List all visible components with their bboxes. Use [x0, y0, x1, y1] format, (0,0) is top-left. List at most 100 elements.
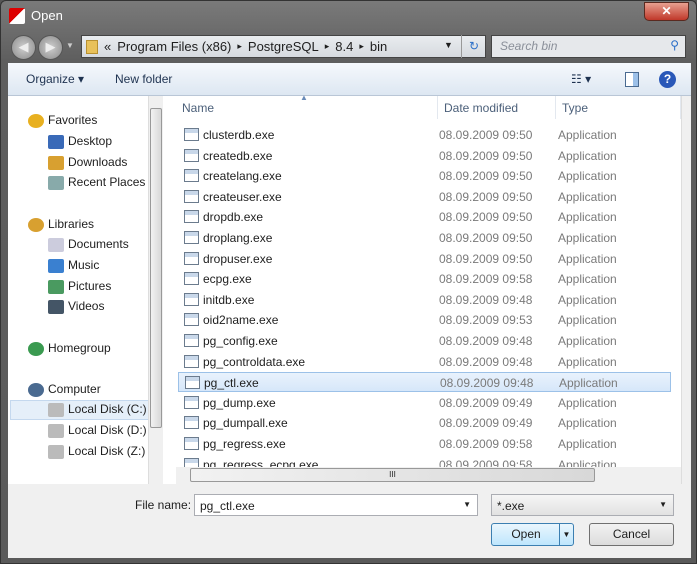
file-row[interactable]: dropuser.exe 08.09.2009 09:50 Applicatio… [178, 249, 671, 269]
application-icon [184, 457, 199, 467]
file-type: Application [558, 189, 617, 204]
help-icon[interactable]: ? [659, 71, 676, 88]
breadcrumb-2[interactable]: 8.4 [335, 39, 353, 54]
file-type-select[interactable]: *.exe ▼ [491, 494, 674, 516]
breadcrumb-separator[interactable]: ▸ [359, 41, 364, 52]
chevron-down-icon[interactable]: ▼ [659, 500, 667, 509]
file-type: Application [558, 437, 617, 451]
file-name: dropdb.exe [203, 210, 264, 225]
file-date: 08.09.2009 09:50 [439, 169, 533, 184]
open-dropdown-icon[interactable]: ▼ [559, 524, 573, 545]
file-name: createdb.exe [203, 148, 273, 163]
file-date: 08.09.2009 09:58 [439, 457, 533, 467]
file-row[interactable]: clusterdb.exe 08.09.2009 09:50 Applicati… [178, 125, 671, 145]
breadcrumb-separator[interactable]: ▸ [325, 41, 330, 52]
file-row[interactable]: initdb.exe 08.09.2009 09:48 Application [178, 290, 671, 310]
file-date: 08.09.2009 09:48 [439, 334, 533, 348]
file-row[interactable]: pg_regress.exe 08.09.2009 09:58 Applicat… [178, 434, 671, 454]
address-dropdown-icon[interactable]: ▼ [444, 40, 453, 50]
file-row[interactable]: ecpg.exe 08.09.2009 09:58 Application [178, 269, 671, 289]
file-row[interactable]: droplang.exe 08.09.2009 09:50 Applicatio… [178, 228, 671, 248]
file-type: Application [558, 231, 617, 245]
file-name-input[interactable]: pg_ctl.exe ▼ [194, 494, 478, 516]
file-name: pg_controldata.exe [203, 354, 306, 369]
application-icon [184, 437, 199, 450]
application-icon [184, 148, 199, 162]
file-row[interactable]: pg_config.exe 08.09.2009 09:48 Applicati… [178, 331, 671, 351]
application-icon [184, 128, 199, 141]
file-list-vertical-scrollbar[interactable] [681, 96, 691, 484]
file-name: oid2name.exe [203, 313, 279, 328]
file-date: 08.09.2009 09:50 [439, 251, 533, 266]
file-row[interactable]: pg_dumpall.exe 08.09.2009 09:49 Applicat… [178, 413, 671, 433]
file-row[interactable]: pg_regress_ecpg.exe 08.09.2009 09:58 App… [178, 455, 671, 467]
application-icon [184, 292, 199, 306]
breadcrumb-separator[interactable]: ▸ [237, 41, 242, 52]
chevron-down-icon[interactable]: ▼ [463, 500, 471, 509]
breadcrumb-1[interactable]: PostgreSQL [248, 39, 319, 54]
file-name: droplang.exe [203, 231, 273, 245]
file-type: Application [558, 148, 617, 163]
forward-button[interactable]: ▶ [38, 35, 63, 60]
application-icon [184, 354, 199, 368]
file-type-value: *.exe [497, 499, 525, 513]
recent-pages-icon[interactable]: ▼ [66, 41, 74, 50]
file-type: Application [558, 169, 617, 184]
file-type: Application [558, 354, 617, 369]
file-type: Application [558, 292, 617, 307]
file-row[interactable]: pg_controldata.exe 08.09.2009 09:48 Appl… [178, 352, 671, 372]
app-icon [9, 8, 25, 24]
file-date: 08.09.2009 09:50 [439, 128, 533, 142]
open-label: Open [511, 527, 541, 541]
file-name-label: File name: [135, 498, 192, 512]
content-area: Favorites Desktop Downloads Recent Places Li… [8, 93, 691, 500]
file-row[interactable]: createlang.exe 08.09.2009 09:50 Applicat… [178, 166, 671, 186]
open-button[interactable]: Open ▼ [491, 523, 574, 546]
file-name: createlang.exe [203, 169, 282, 184]
file-row[interactable]: oid2name.exe 08.09.2009 09:53 Applicatio… [178, 310, 671, 330]
file-date: 08.09.2009 09:50 [439, 189, 533, 204]
address-bar[interactable]: « Program Files (x86) ▸ PostgreSQL ▸ 8.4… [81, 35, 486, 58]
close-button[interactable]: ✕ [644, 2, 689, 21]
horizontal-scrollbar-thumb[interactable]: III [190, 468, 595, 482]
file-date: 08.09.2009 09:48 [439, 292, 533, 307]
refresh-icon[interactable]: ↻ [461, 35, 486, 58]
search-input[interactable]: Search bin ⚲ [491, 35, 686, 58]
preview-pane-icon[interactable] [625, 72, 639, 87]
file-row[interactable]: createuser.exe 08.09.2009 09:50 Applicat… [178, 187, 671, 207]
file-row[interactable]: pg_dump.exe 08.09.2009 09:49 Application [178, 393, 671, 413]
organize-button[interactable]: Organize ▾ [26, 72, 84, 86]
file-name: pg_regress.exe [203, 437, 286, 451]
file-name: pg_dump.exe [203, 395, 276, 410]
file-type: Application [558, 272, 617, 287]
file-row[interactable]: dropdb.exe 08.09.2009 09:50 Application [178, 207, 671, 227]
file-name: pg_ctl.exe [204, 376, 259, 391]
file-row[interactable]: createdb.exe 08.09.2009 09:50 Applicatio… [178, 146, 671, 166]
cancel-button[interactable]: Cancel [589, 523, 674, 546]
file-date: 08.09.2009 09:58 [439, 437, 533, 451]
breadcrumb-0[interactable]: Program Files (x86) [117, 39, 231, 54]
application-icon [184, 272, 199, 286]
file-name: dropuser.exe [203, 251, 273, 266]
file-type: Application [558, 313, 617, 328]
new-folder-button[interactable]: New folder [115, 72, 172, 86]
file-type: Application [558, 210, 617, 225]
views-button[interactable]: ☷ ▾ [571, 72, 591, 86]
search-icon[interactable]: ⚲ [670, 38, 679, 52]
application-icon [184, 251, 199, 265]
application-icon [184, 334, 199, 347]
file-type: Application [558, 251, 617, 266]
file-list-horizontal-scrollbar[interactable]: III [176, 467, 681, 484]
file-name: createuser.exe [203, 189, 282, 204]
file-picker-footer: File name: pg_ctl.exe ▼ *.exe ▼ Open ▼ C… [8, 484, 691, 558]
file-date: 08.09.2009 09:58 [439, 272, 533, 287]
file-name: ecpg.exe [203, 272, 252, 287]
window-title: Open [31, 8, 63, 23]
back-button[interactable]: ◀ [11, 35, 36, 60]
file-row[interactable]: pg_ctl.exe 08.09.2009 09:48 Application [178, 372, 671, 393]
file-date: 08.09.2009 09:53 [439, 313, 533, 328]
breadcrumb-overflow[interactable]: « [104, 39, 111, 54]
search-placeholder: Search bin [500, 39, 558, 53]
file-name: pg_regress_ecpg.exe [203, 457, 319, 467]
breadcrumb-3[interactable]: bin [370, 39, 387, 54]
